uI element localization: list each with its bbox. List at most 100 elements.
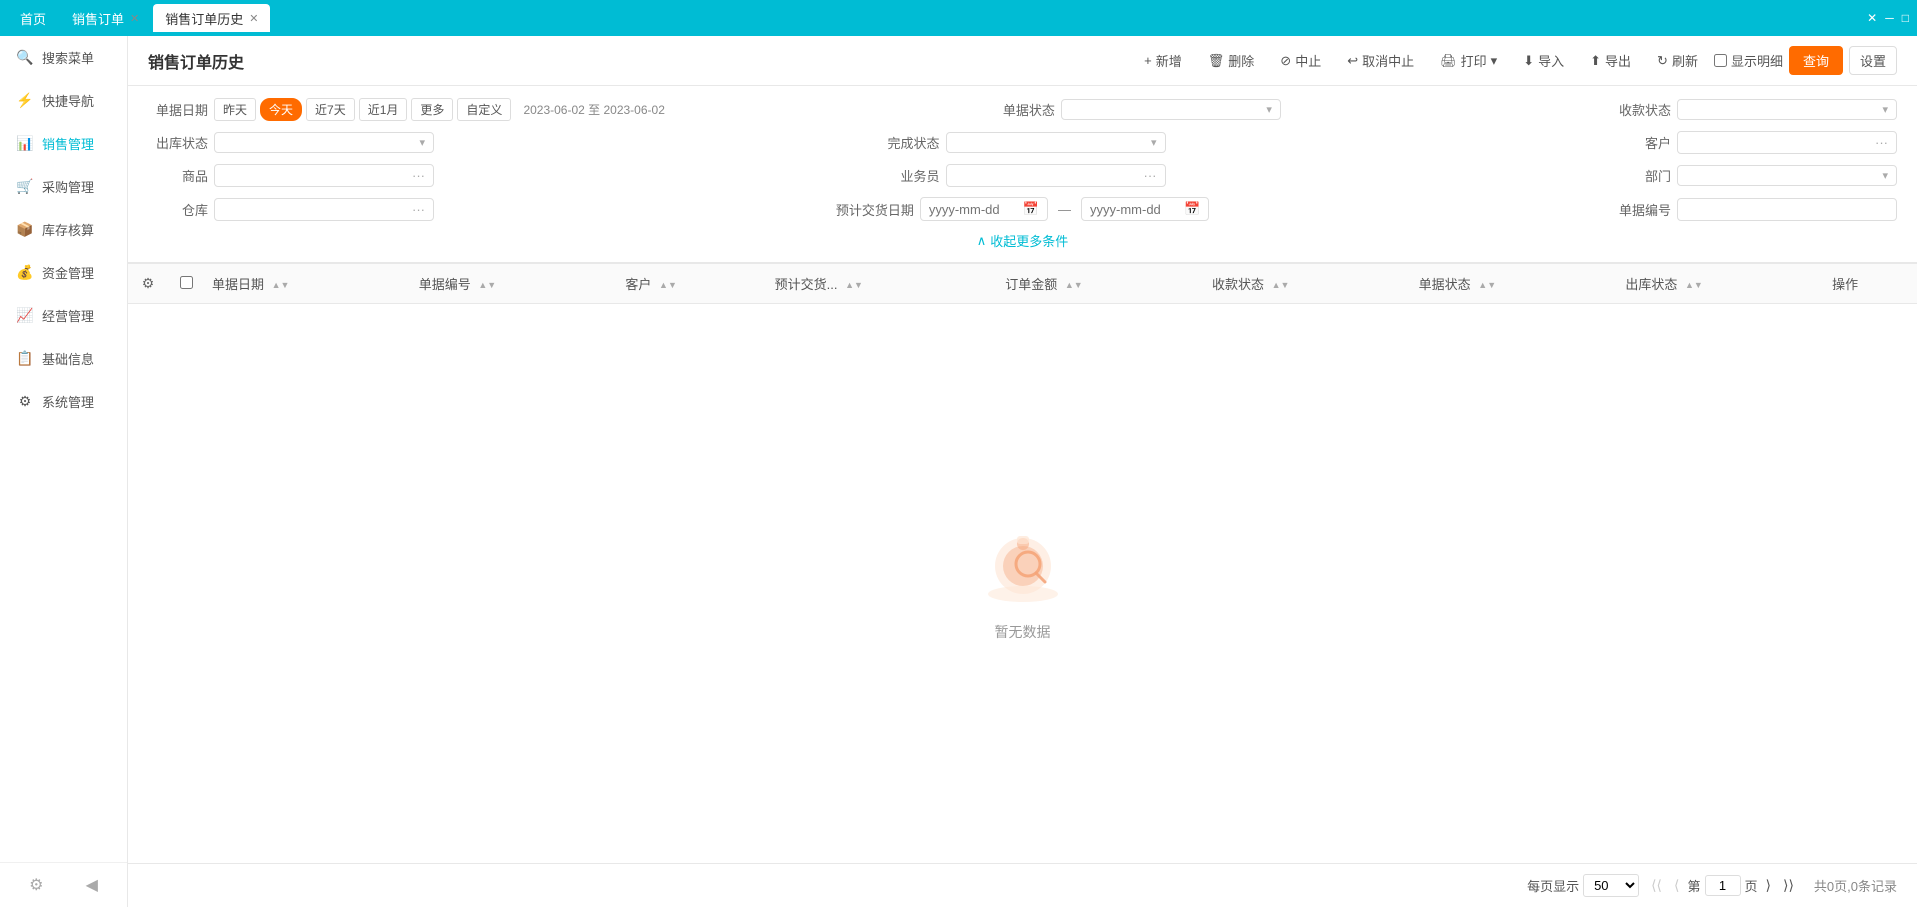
- cancel-stop-label: 取消中止: [1362, 51, 1414, 70]
- collapse-arrow-icon: ∧: [977, 233, 987, 249]
- delete-icon: 🗑: [1208, 53, 1225, 69]
- table-header-date[interactable]: 单据日期 ▲▼: [204, 264, 411, 304]
- tab-home[interactable]: 首页: [8, 4, 58, 32]
- sidebar-item-operations[interactable]: 📈 经营管理: [0, 294, 127, 337]
- warehouse-input[interactable]: [223, 202, 404, 217]
- date-btn-more[interactable]: 更多: [411, 98, 453, 121]
- sidebar-item-search[interactable]: 🔍 搜索菜单: [0, 36, 127, 79]
- tab-home-label: 首页: [20, 9, 46, 28]
- topbar-close-icon[interactable]: ✕: [1867, 11, 1877, 25]
- first-page-button[interactable]: ⟨⟨: [1647, 875, 1666, 896]
- table-header-customer[interactable]: 客户 ▲▼: [617, 264, 766, 304]
- goods-input-wrap: ···: [214, 164, 434, 187]
- payment-status-item: 收款状态 ▾: [1611, 99, 1897, 120]
- export-button[interactable]: ⬆ 导出: [1580, 47, 1641, 74]
- cancel-stop-button[interactable]: ↩ 取消中止: [1337, 47, 1424, 74]
- show-detail-input[interactable]: [1714, 54, 1727, 67]
- sidebar-item-inventory[interactable]: 📦 库存核算: [0, 208, 127, 251]
- bill-number-label: 单据编号: [1611, 200, 1671, 219]
- table-header-expected-date[interactable]: 预计交货... ▲▼: [767, 264, 998, 304]
- data-table: ⚙ 单据日期 ▲▼ 单据编号 ▲▼: [128, 263, 1917, 304]
- date-filter-item: 单据日期 昨天 今天 近7天 近1月 更多 自定义: [148, 98, 511, 121]
- sidebar-item-system[interactable]: ⚙ 系统管理: [0, 380, 127, 423]
- payment-status-arrow-icon: ▾: [1882, 103, 1888, 116]
- table-header-action-label: 操作: [1832, 277, 1858, 292]
- table-header-amount[interactable]: 订单金额 ▲▼: [997, 264, 1204, 304]
- print-button[interactable]: 🖨 打印 ▾: [1430, 47, 1507, 74]
- date-label: 单据日期: [148, 100, 208, 119]
- sidebar-item-purchase[interactable]: 🛒 采购管理: [0, 165, 127, 208]
- table-select-all-checkbox[interactable]: [180, 276, 193, 289]
- warehouse-dotdot-icon[interactable]: ···: [412, 202, 425, 217]
- table-header-date-label: 单据日期: [212, 277, 264, 292]
- payment-status-select[interactable]: ▾: [1677, 99, 1897, 120]
- page-number-input[interactable]: [1705, 875, 1741, 896]
- stop-button[interactable]: ⊘ 中止: [1270, 47, 1331, 74]
- filter-row-4: 仓库 ··· 预计交货日期 📅 — 📅: [148, 197, 1897, 221]
- table-header-outbound-status[interactable]: 出库状态 ▲▼: [1617, 264, 1824, 304]
- sidebar-item-finance[interactable]: 💰 资金管理: [0, 251, 127, 294]
- finance-icon: 💰: [16, 264, 34, 282]
- sidebar-item-quicknav-label: 快捷导航: [42, 91, 94, 110]
- table-header-bill-status[interactable]: 单据状态 ▲▼: [1411, 264, 1618, 304]
- toolbar: + 新增 🗑 删除 ⊘ 中止 ↩ 取消中止 🖨 打印: [1134, 46, 1897, 75]
- salesperson-input[interactable]: [955, 168, 1136, 183]
- print-icon: 🖨: [1440, 53, 1457, 69]
- sidebar-item-quicknav[interactable]: ⚡ 快捷导航: [0, 79, 127, 122]
- sidebar-item-operations-label: 经营管理: [42, 306, 94, 325]
- collapse-button[interactable]: ∧ 收起更多条件: [148, 231, 1897, 250]
- refresh-button[interactable]: ↻ 刷新: [1647, 47, 1708, 74]
- customer-input[interactable]: [1686, 135, 1867, 150]
- add-button[interactable]: + 新增: [1134, 47, 1192, 74]
- prev-page-button[interactable]: ⟨: [1670, 875, 1683, 896]
- table-footer: 每页显示 10 20 50 100 ⟨⟨ ⟨ 第 页 ⟩ ⟩⟩ 共0页,0条记录: [128, 863, 1917, 907]
- sidebar-settings-icon[interactable]: ⚙: [29, 875, 43, 895]
- tab-sales-order[interactable]: 销售订单 ✕: [60, 4, 151, 32]
- date-btn-7days[interactable]: 近7天: [306, 98, 355, 121]
- table-header-row: ⚙ 单据日期 ▲▼ 单据编号 ▲▼: [128, 264, 1917, 304]
- complete-status-select[interactable]: ▾: [946, 132, 1166, 153]
- topbar-maximize-icon[interactable]: □: [1902, 11, 1909, 25]
- calendar-to-icon[interactable]: 📅: [1184, 201, 1200, 217]
- number-sort-icon: ▲▼: [478, 281, 496, 290]
- topbar-minimize-icon[interactable]: ─: [1885, 11, 1894, 25]
- goods-input[interactable]: [223, 168, 404, 183]
- import-button[interactable]: ⬇ 导入: [1513, 47, 1574, 74]
- salesperson-dotdot-icon[interactable]: ···: [1144, 168, 1157, 183]
- calendar-from-icon[interactable]: 📅: [1023, 201, 1039, 217]
- tab-sales-order-history[interactable]: 销售订单历史 ✕: [153, 4, 270, 32]
- setting-button[interactable]: 设置: [1849, 46, 1897, 75]
- bill-status-select[interactable]: ▾: [1061, 99, 1281, 120]
- outbound-status-arrow-icon: ▾: [419, 136, 425, 149]
- date-btn-yesterday[interactable]: 昨天: [214, 98, 256, 121]
- expected-date-to-input[interactable]: [1090, 202, 1180, 217]
- tab-sales-order-history-close[interactable]: ✕: [249, 12, 258, 25]
- department-item: 部门 ▾: [1611, 165, 1897, 186]
- show-detail-checkbox[interactable]: 显示明细: [1714, 51, 1783, 70]
- department-label: 部门: [1611, 166, 1671, 185]
- sidebar-item-sales[interactable]: 📊 销售管理: [0, 122, 127, 165]
- tab-sales-order-close[interactable]: ✕: [130, 12, 139, 25]
- table-header-number[interactable]: 单据编号 ▲▼: [411, 264, 618, 304]
- query-button[interactable]: 查询: [1789, 46, 1843, 75]
- table-settings-icon[interactable]: ⚙: [142, 275, 155, 291]
- department-select[interactable]: ▾: [1677, 165, 1897, 186]
- table-header-payment-status[interactable]: 收款状态 ▲▼: [1204, 264, 1411, 304]
- sidebar-item-basic-info[interactable]: 📋 基础信息: [0, 337, 127, 380]
- date-btn-today[interactable]: 今天: [260, 98, 302, 121]
- expected-date-from-input[interactable]: [929, 202, 1019, 217]
- per-page-wrap: 每页显示 10 20 50 100: [1527, 874, 1639, 897]
- date-btn-custom[interactable]: 自定义: [457, 98, 511, 121]
- outbound-status-select[interactable]: ▾: [214, 132, 434, 153]
- delete-button[interactable]: 🗑 删除: [1198, 47, 1265, 74]
- department-arrow-icon: ▾: [1882, 169, 1888, 182]
- total-info: 共0页,0条记录: [1814, 876, 1897, 895]
- per-page-select[interactable]: 10 20 50 100: [1583, 874, 1639, 897]
- goods-dotdot-icon[interactable]: ···: [412, 168, 425, 183]
- bill-number-input[interactable]: [1686, 202, 1888, 217]
- date-btn-1month[interactable]: 近1月: [359, 98, 408, 121]
- customer-dotdot-icon[interactable]: ···: [1875, 135, 1888, 150]
- sidebar-collapse-icon[interactable]: ◀: [86, 875, 98, 895]
- next-page-button[interactable]: ⟩: [1762, 875, 1775, 896]
- last-page-button[interactable]: ⟩⟩: [1779, 875, 1798, 896]
